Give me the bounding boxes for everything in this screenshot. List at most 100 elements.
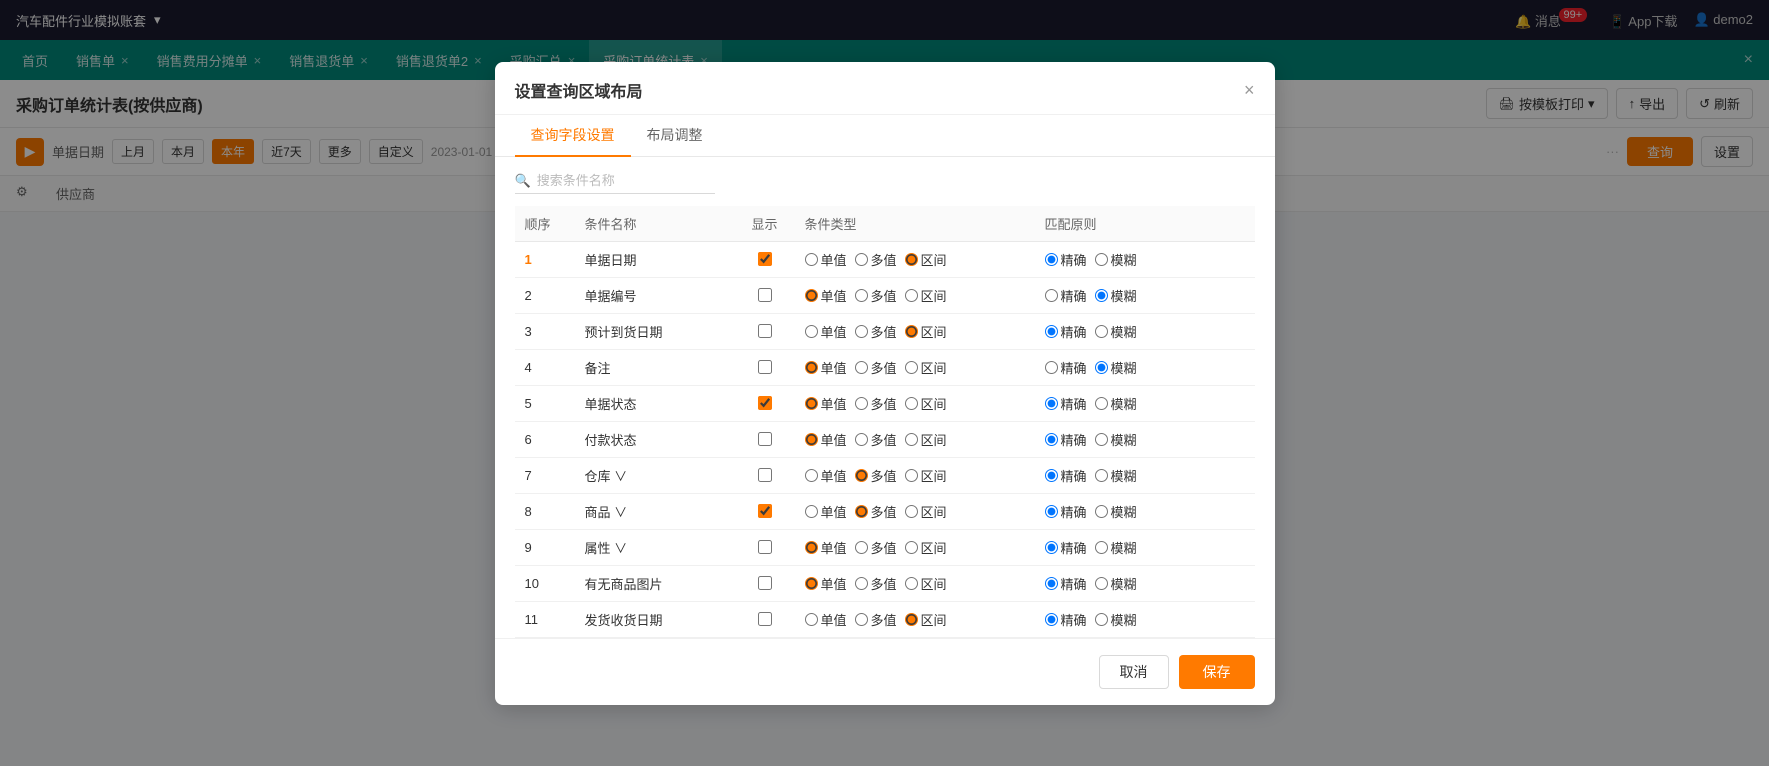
match-radio-item[interactable]: 精确 (1045, 466, 1087, 485)
type-radio[interactable] (805, 541, 818, 554)
tab-query-fields[interactable]: 查询字段设置 (515, 115, 631, 157)
type-radio-item[interactable]: 多值 (855, 466, 897, 485)
display-checkbox[interactable] (758, 540, 772, 554)
type-radio[interactable] (805, 505, 818, 518)
match-radio[interactable] (1095, 577, 1108, 590)
match-radio[interactable] (1095, 361, 1108, 374)
match-radio-item[interactable]: 模糊 (1095, 538, 1137, 557)
type-radio[interactable] (805, 469, 818, 482)
display-checkbox[interactable] (758, 396, 772, 410)
match-radio-item[interactable]: 模糊 (1095, 358, 1137, 377)
match-radio[interactable] (1045, 397, 1058, 410)
match-radio[interactable] (1095, 613, 1108, 626)
match-radio-item[interactable]: 精确 (1045, 610, 1087, 629)
type-radio-item[interactable]: 多值 (855, 322, 897, 341)
type-radio[interactable] (905, 253, 918, 266)
match-radio-item[interactable]: 模糊 (1095, 610, 1137, 629)
type-radio-item[interactable]: 单值 (805, 322, 847, 341)
match-radio-item[interactable]: 精确 (1045, 538, 1087, 557)
match-radio-item[interactable]: 模糊 (1095, 466, 1137, 485)
match-radio[interactable] (1045, 613, 1058, 626)
type-radio-item[interactable]: 区间 (905, 466, 947, 485)
type-radio[interactable] (855, 361, 868, 374)
type-radio[interactable] (805, 325, 818, 338)
type-radio-item[interactable]: 单值 (805, 358, 847, 377)
type-radio-item[interactable]: 单值 (805, 430, 847, 449)
display-checkbox[interactable] (758, 360, 772, 374)
type-radio-item[interactable]: 区间 (905, 502, 947, 521)
type-radio[interactable] (905, 361, 918, 374)
type-radio[interactable] (855, 397, 868, 410)
match-radio[interactable] (1045, 361, 1058, 374)
type-radio[interactable] (905, 433, 918, 446)
type-radio[interactable] (905, 397, 918, 410)
match-radio[interactable] (1045, 289, 1058, 302)
match-radio[interactable] (1045, 541, 1058, 554)
type-radio[interactable] (805, 577, 818, 590)
match-radio[interactable] (1045, 505, 1058, 518)
type-radio-item[interactable]: 区间 (905, 394, 947, 413)
search-input[interactable] (537, 173, 697, 188)
type-radio-item[interactable]: 多值 (855, 358, 897, 377)
type-radio-item[interactable]: 单值 (805, 502, 847, 521)
type-radio[interactable] (855, 469, 868, 482)
type-radio-item[interactable]: 单值 (805, 394, 847, 413)
type-radio-item[interactable]: 单值 (805, 538, 847, 557)
match-radio-item[interactable]: 模糊 (1095, 250, 1137, 269)
match-radio[interactable] (1045, 469, 1058, 482)
match-radio[interactable] (1045, 325, 1058, 338)
display-checkbox[interactable] (758, 504, 772, 518)
match-radio-item[interactable]: 模糊 (1095, 286, 1137, 305)
type-radio[interactable] (855, 253, 868, 266)
display-checkbox[interactable] (758, 252, 772, 266)
type-radio[interactable] (855, 577, 868, 590)
match-radio[interactable] (1095, 505, 1108, 518)
match-radio-item[interactable]: 精确 (1045, 286, 1087, 305)
type-radio-item[interactable]: 区间 (905, 286, 947, 305)
type-radio[interactable] (905, 469, 918, 482)
display-checkbox[interactable] (758, 324, 772, 338)
match-radio[interactable] (1045, 433, 1058, 446)
type-radio-item[interactable]: 单值 (805, 610, 847, 629)
type-radio[interactable] (805, 397, 818, 410)
match-radio-item[interactable]: 精确 (1045, 430, 1087, 449)
match-radio-item[interactable]: 精确 (1045, 322, 1087, 341)
type-radio[interactable] (805, 253, 818, 266)
type-radio[interactable] (855, 289, 868, 302)
type-radio-item[interactable]: 区间 (905, 610, 947, 629)
match-radio-item[interactable]: 精确 (1045, 250, 1087, 269)
type-radio[interactable] (805, 289, 818, 302)
type-radio[interactable] (805, 433, 818, 446)
type-radio[interactable] (855, 433, 868, 446)
type-radio-item[interactable]: 区间 (905, 322, 947, 341)
type-radio[interactable] (855, 325, 868, 338)
type-radio-item[interactable]: 多值 (855, 394, 897, 413)
cancel-button[interactable]: 取消 (1099, 655, 1169, 689)
match-radio[interactable] (1095, 469, 1108, 482)
type-radio[interactable] (855, 613, 868, 626)
type-radio-item[interactable]: 多值 (855, 430, 897, 449)
type-radio-item[interactable]: 单值 (805, 250, 847, 269)
type-radio-item[interactable]: 单值 (805, 466, 847, 485)
tab-layout-adjust[interactable]: 布局调整 (631, 115, 719, 157)
type-radio[interactable] (905, 577, 918, 590)
match-radio-item[interactable]: 精确 (1045, 394, 1087, 413)
display-checkbox[interactable] (758, 468, 772, 482)
match-radio[interactable] (1095, 433, 1108, 446)
display-checkbox[interactable] (758, 612, 772, 626)
type-radio-item[interactable]: 区间 (905, 430, 947, 449)
match-radio[interactable] (1045, 253, 1058, 266)
match-radio[interactable] (1095, 397, 1108, 410)
display-checkbox[interactable] (758, 288, 772, 302)
match-radio-item[interactable]: 模糊 (1095, 430, 1137, 449)
display-checkbox[interactable] (758, 576, 772, 590)
type-radio[interactable] (905, 505, 918, 518)
type-radio-item[interactable]: 区间 (905, 538, 947, 557)
match-radio[interactable] (1095, 325, 1108, 338)
type-radio[interactable] (905, 325, 918, 338)
display-checkbox[interactable] (758, 432, 772, 446)
type-radio[interactable] (855, 541, 868, 554)
type-radio-item[interactable]: 多值 (855, 574, 897, 593)
match-radio[interactable] (1095, 253, 1108, 266)
type-radio[interactable] (905, 289, 918, 302)
